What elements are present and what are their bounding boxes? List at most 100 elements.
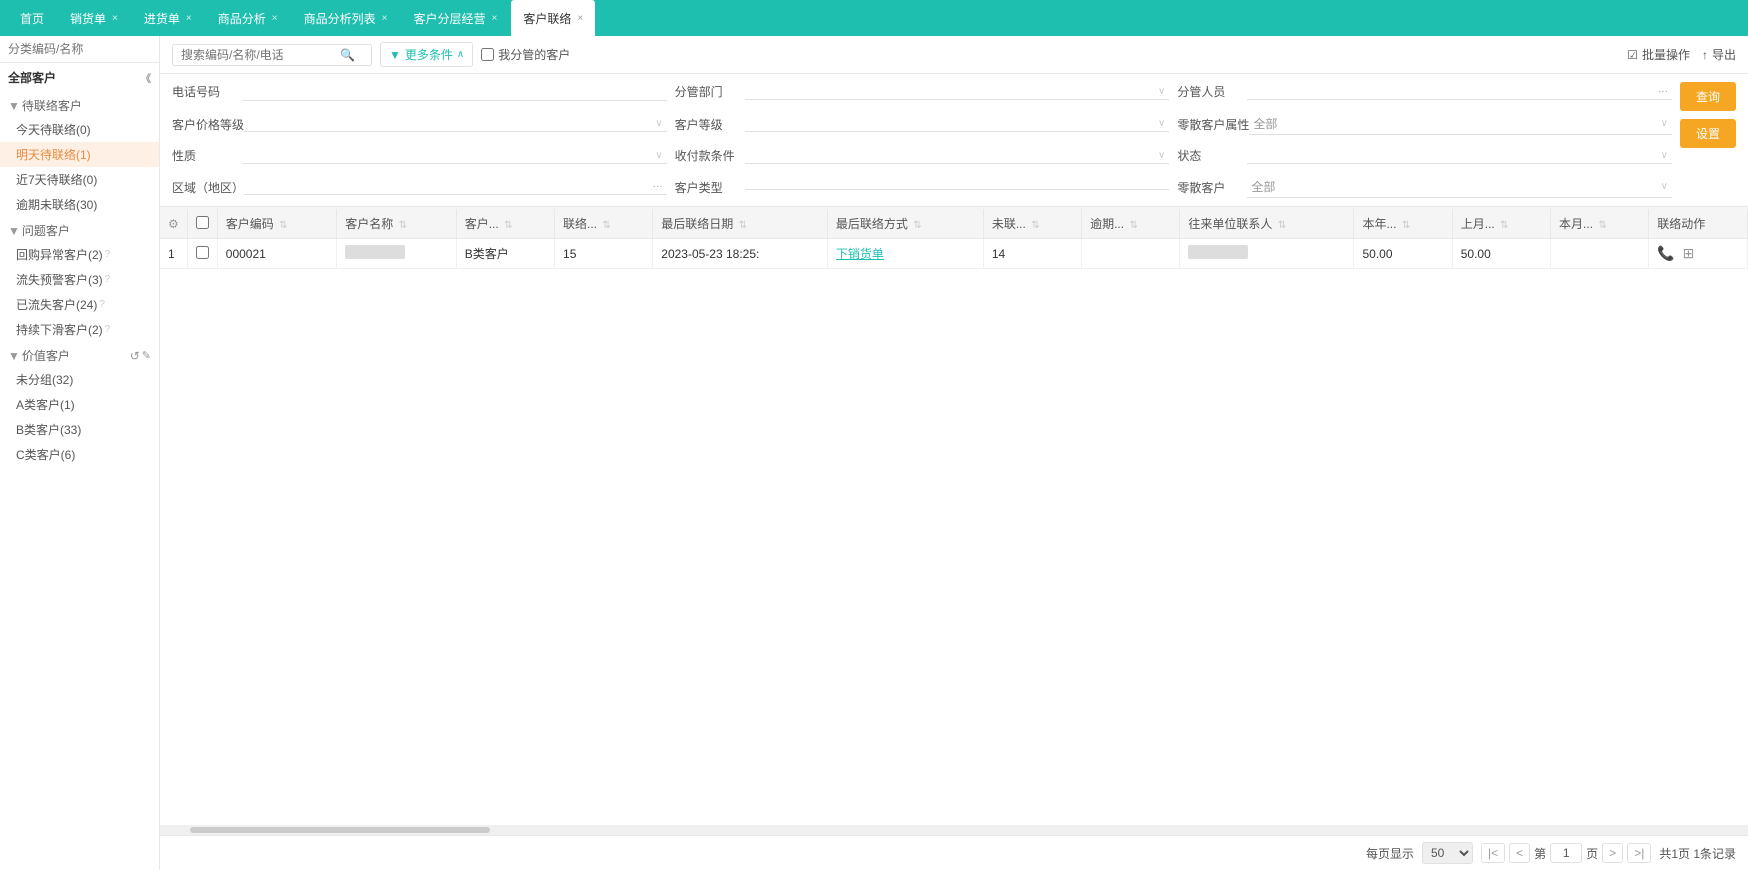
filter-scattered-attr-select[interactable]: 全部 ∨ <box>1249 113 1672 135</box>
sidebar-overdue-pending[interactable]: 逾期未联络(30) <box>0 192 159 217</box>
sidebar-class-b[interactable]: B类客户(33) <box>0 417 159 442</box>
filter-customer-level-select[interactable]: ∨ <box>745 116 1170 132</box>
row-this-month <box>1550 239 1648 269</box>
sort-icon-no-contact[interactable]: ⇅ <box>1031 220 1039 231</box>
sort-icon-overdue[interactable]: ⇅ <box>1129 220 1137 231</box>
batch-operations-button[interactable]: ☑ 批量操作 <box>1627 46 1690 63</box>
value-group-refresh-icon[interactable]: ↺ <box>130 349 140 363</box>
sort-icon-code[interactable]: ⇅ <box>279 220 287 231</box>
scattered-customer-arrow-icon: ∨ <box>1661 181 1668 192</box>
contact-method-link[interactable]: 下销货单 <box>836 247 884 261</box>
filter-scattered-customer-select[interactable]: 全部 ∨ <box>1247 176 1672 198</box>
row-checkbox-cell[interactable] <box>187 239 217 269</box>
action-icons: 📞 ⊞ <box>1657 245 1739 262</box>
dept-select-arrow-icon: ∨ <box>1158 86 1165 97</box>
more-filters-button[interactable]: ▼ 更多条件 ∧ <box>380 42 473 67</box>
row-customer-code: 000021 <box>217 239 337 269</box>
filter-status-select[interactable]: ∨ <box>1247 148 1672 164</box>
sidebar-churn-warning[interactable]: 流失预警客户(3) ? <box>0 267 159 292</box>
action-phone-icon[interactable]: 📞 <box>1657 245 1674 262</box>
close-product-analysis-icon[interactable]: × <box>272 13 278 24</box>
filter-icon: ▼ <box>389 48 401 62</box>
prev-page-button[interactable]: < <box>1509 843 1530 863</box>
filter-price-level-select[interactable]: ∨ <box>244 116 667 132</box>
filter-nature-select[interactable]: ∨ <box>242 148 667 164</box>
nav-sales-order[interactable]: 销货单 × <box>58 0 130 36</box>
action-grid-icon[interactable]: ⊞ <box>1683 245 1695 262</box>
sort-icon-this-month[interactable]: ⇅ <box>1598 220 1606 231</box>
page-input[interactable] <box>1550 843 1582 863</box>
value-group-edit-icon[interactable]: ✎ <box>142 349 151 362</box>
value-customers-group[interactable]: ▼ 价值客户 ↺ ✎ <box>0 342 159 367</box>
sort-icon-type[interactable]: ⇅ <box>504 220 512 231</box>
filter-phone-input[interactable] <box>242 82 667 101</box>
sort-icon-unit[interactable]: ⇅ <box>1278 220 1286 231</box>
table-checkbox-col[interactable] <box>187 209 217 239</box>
nav-product-analysis[interactable]: 商品分析 × <box>206 0 290 36</box>
sort-icon-year[interactable]: ⇅ <box>1402 220 1410 231</box>
sort-icon-name[interactable]: ⇅ <box>399 220 407 231</box>
sidebar-today-pending[interactable]: 今天待联络(0) <box>0 117 159 142</box>
all-customers-header[interactable]: 全部客户 《 <box>0 63 159 92</box>
select-all-checkbox[interactable] <box>196 216 209 229</box>
nav-customer-stratified[interactable]: 客户分层经营 × <box>401 0 509 36</box>
sort-icon-last-month[interactable]: ⇅ <box>1500 220 1508 231</box>
sidebar-declining[interactable]: 持续下滑客户(2) ? <box>0 317 159 342</box>
export-button[interactable]: ↑ 导出 <box>1702 46 1736 63</box>
search-input[interactable] <box>181 48 336 62</box>
person-select-more-icon[interactable]: ··· <box>1658 86 1668 97</box>
nav-home[interactable]: 首页 <box>8 0 56 36</box>
filter-customer-level-field: 客户等级 ∨ <box>675 116 1170 133</box>
close-sales-order-icon[interactable]: × <box>112 13 118 24</box>
row-checkbox[interactable] <box>196 246 209 259</box>
export-icon: ↑ <box>1702 48 1708 62</box>
table-settings-col[interactable]: ⚙ <box>160 209 187 239</box>
group-arrow-icon-2: ▼ <box>8 224 20 238</box>
sidebar-search-input[interactable] <box>8 42 160 56</box>
pending-contact-group[interactable]: ▼ 待联络客户 <box>0 92 159 117</box>
table-footer: 每页显示 50 100 200 |< < 第 页 > >| 共1页 1条记录 <box>160 835 1748 870</box>
sidebar-churned[interactable]: 已流失客户(24) ? <box>0 292 159 317</box>
nav-customer-contact[interactable]: 客户联络 × <box>511 0 595 36</box>
next-page-button[interactable]: > <box>1602 843 1623 863</box>
nav-product-analysis-list[interactable]: 商品分析列表 × <box>292 0 400 36</box>
all-customers-label: 全部客户 <box>8 69 56 86</box>
close-customer-contact-icon[interactable]: × <box>577 13 583 24</box>
filter-phone-field: 电话号码 <box>172 82 667 101</box>
status-arrow-icon: ∨ <box>1661 150 1668 161</box>
sort-icon-date[interactable]: ⇅ <box>739 220 747 231</box>
first-page-button[interactable]: |< <box>1481 843 1505 863</box>
filter-region-select[interactable]: ··· <box>244 179 667 195</box>
filter-customer-type-select[interactable] <box>745 185 1170 190</box>
sidebar-7days-pending[interactable]: 近7天待联络(0) <box>0 167 159 192</box>
filter-person-select[interactable]: ··· <box>1247 84 1672 100</box>
my-customers-checkbox-container[interactable]: 我分管的客户 <box>481 46 570 63</box>
my-customers-checkbox[interactable] <box>481 48 494 61</box>
sidebar-repurchase-abnormal[interactable]: 回购异常客户(2) ? <box>0 242 159 267</box>
sort-icon-contact[interactable]: ⇅ <box>602 220 610 231</box>
sidebar-unclassified[interactable]: 未分组(32) <box>0 367 159 392</box>
filter-payment-field: 收付款条件 ∨ <box>675 147 1170 164</box>
query-button[interactable]: 查询 <box>1680 82 1736 111</box>
region-select-more-icon[interactable]: ··· <box>653 181 663 192</box>
scrollbar-thumb[interactable] <box>190 827 490 833</box>
sidebar: 🔍 全部客户 《 ▼ 待联络客户 今天待联络(0) 明天待联络(1) 近7天待联… <box>0 36 160 870</box>
sidebar-tomorrow-pending[interactable]: 明天待联络(1) <box>0 142 159 167</box>
close-customer-stratified-icon[interactable]: × <box>491 13 497 24</box>
horizontal-scrollbar[interactable] <box>160 825 1748 835</box>
search-icon[interactable]: 🔍 <box>340 48 355 62</box>
settings-button[interactable]: 设置 <box>1680 119 1736 148</box>
close-product-analysis-list-icon[interactable]: × <box>382 13 388 24</box>
problem-customers-group[interactable]: ▼ 问题客户 <box>0 217 159 242</box>
per-page-select[interactable]: 50 100 200 <box>1422 842 1473 864</box>
sidebar-class-a[interactable]: A类客户(1) <box>0 392 159 417</box>
sidebar-class-c[interactable]: C类客户(6) <box>0 442 159 467</box>
last-page-button[interactable]: >| <box>1627 843 1651 863</box>
nav-purchase-order[interactable]: 进货单 × <box>132 0 204 36</box>
filter-row-1: 电话号码 分管部门 ∨ 分管人员 <box>172 82 1672 101</box>
filter-arrow-icon: ∧ <box>457 49 464 60</box>
close-purchase-order-icon[interactable]: × <box>186 13 192 24</box>
filter-dept-select[interactable]: ∨ <box>745 84 1170 100</box>
filter-payment-select[interactable]: ∨ <box>745 148 1170 164</box>
sort-icon-method[interactable]: ⇅ <box>913 220 921 231</box>
